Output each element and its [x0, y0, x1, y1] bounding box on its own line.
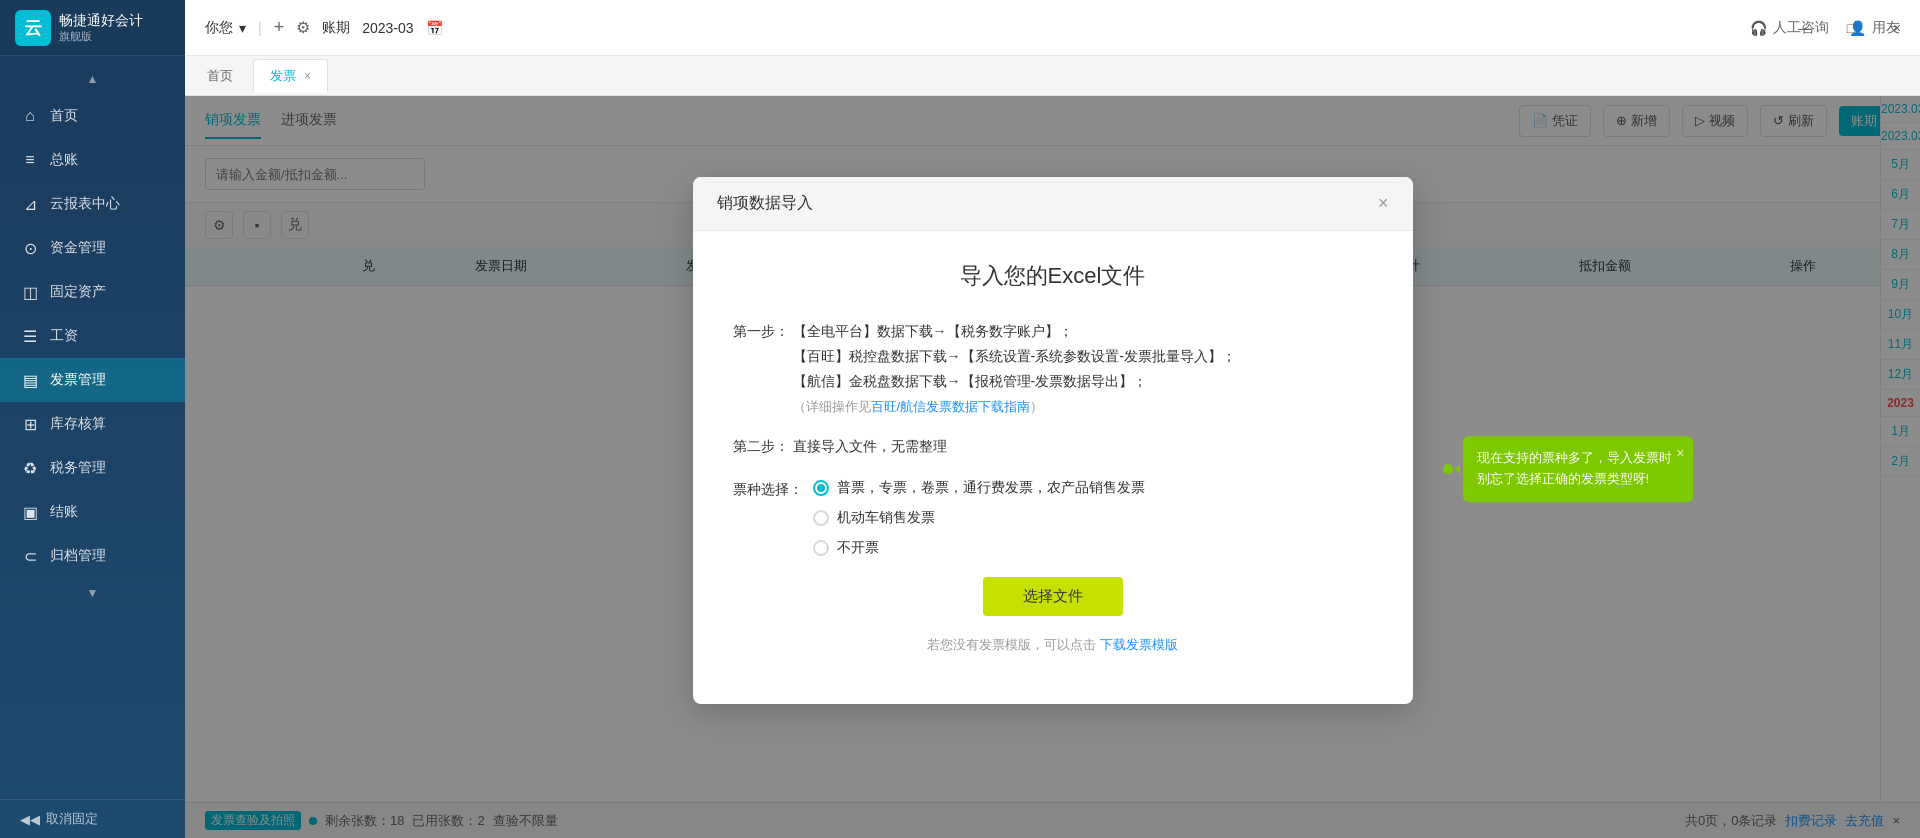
modal-close-btn[interactable]: ×	[1378, 193, 1389, 214]
home-icon: ⌂	[20, 106, 40, 126]
tab-invoice[interactable]: 发票 ×	[253, 59, 328, 93]
content-area: 销项发票 进项发票 📄 凭证 ⊕ 新增 ▷ 视频	[185, 96, 1920, 838]
ticket-section: 票种选择： 普票，专票，卷票，通行费发票，农产品销售发票 × 现在支持的票种多了…	[733, 479, 1373, 557]
radio-noticket[interactable]: 不开票	[813, 539, 1145, 557]
step-1-line-2: 【百旺】税控盘数据下载→【系统设置-系统参数设置-发票批量导入】；	[793, 344, 1373, 369]
payroll-icon: ☰	[20, 326, 40, 346]
fund-icon: ⊙	[20, 238, 40, 258]
sidebar-item-payroll[interactable]: ☰ 工资	[0, 314, 185, 358]
sidebar-logo: 云 畅捷通好会计 旗舰版	[0, 0, 185, 56]
import-modal: 销项数据导入 × 导入您的Excel文件 第一步： 【全电平台】数据下载→【税务…	[693, 177, 1413, 704]
step-1-line-1: 【全电平台】数据下载→【税务数字账户】；	[793, 319, 1373, 344]
radio-noticket-label: 不开票	[837, 539, 879, 557]
tooltip-bubble: × 现在支持的票种多了，导入发票时别忘了选择正确的发票类型呀!	[1463, 436, 1693, 502]
period-value: 2023-03	[362, 20, 413, 36]
radio-motor[interactable]: 机动车销售发票	[813, 509, 1145, 527]
window-controls: — □ ×	[1782, 0, 1920, 56]
step-2-row: 第二步： 直接导入文件，无需整理	[733, 434, 1373, 459]
settings-icon[interactable]: ⚙	[296, 18, 310, 37]
modal-title: 销项数据导入	[717, 193, 813, 214]
radio-common-circle[interactable]	[813, 480, 829, 496]
step-2-text: 直接导入文件，无需整理	[793, 438, 947, 454]
tooltip-dot	[1443, 464, 1453, 474]
cancel-fixed-btn[interactable]: ◀◀ 取消固定	[0, 799, 185, 838]
main-area: 你您 ▾ | + ⚙ 账期 2023-03 📅 🎧 人工咨询 👤 用友 — □ …	[185, 0, 1920, 838]
sidebar-item-settle[interactable]: ▣ 结账	[0, 490, 185, 534]
tab-home[interactable]: 首页	[191, 59, 249, 93]
template-hint: 若您没有发票模版，可以点击 下载发票模版	[733, 636, 1373, 674]
sidebar-item-asset[interactable]: ◫ 固定资产	[0, 270, 185, 314]
select-file-btn[interactable]: 选择文件	[983, 577, 1123, 616]
sidebar-item-archive[interactable]: ⊂ 归档管理	[0, 534, 185, 578]
logo-text: 畅捷通好会计 旗舰版	[59, 11, 143, 44]
sidebar-item-fund[interactable]: ⊙ 资金管理	[0, 226, 185, 270]
step-2-content: 直接导入文件，无需整理	[793, 434, 1373, 459]
sidebar-item-ledger[interactable]: ≡ 总账	[0, 138, 185, 182]
radio-common[interactable]: 普票，专票，卷票，通行费发票，农产品销售发票 × 现在支持的票种多了，导入发票时…	[813, 479, 1145, 497]
sidebar-item-invoice[interactable]: ▤ 发票管理	[0, 358, 185, 402]
modal-main-title: 导入您的Excel文件	[733, 261, 1373, 291]
scroll-down-btn[interactable]: ▼	[0, 578, 185, 608]
download-template-link[interactable]: 下载发票模版	[1100, 637, 1178, 652]
ticket-label: 票种选择：	[733, 479, 813, 499]
ticket-options: 普票，专票，卷票，通行费发票，农产品销售发票 × 现在支持的票种多了，导入发票时…	[813, 479, 1145, 557]
step-1-label: 第一步：	[733, 319, 793, 418]
radio-noticket-circle[interactable]	[813, 540, 829, 556]
modal-body: 导入您的Excel文件 第一步： 【全电平台】数据下载→【税务数字账户】； 【百…	[693, 231, 1413, 704]
sidebar-item-tax[interactable]: ♻ 税务管理	[0, 446, 185, 490]
radio-motor-label: 机动车销售发票	[837, 509, 935, 527]
sidebar: 云 畅捷通好会计 旗舰版 ▲ ⌂ 首页 ≡ 总账 ⊿ 云报表中心 ⊙ 资金管理 …	[0, 0, 185, 838]
cancel-icon: ◀◀	[20, 812, 40, 827]
step-1-note: （详细操作见百旺/航信发票数据下载指南）	[793, 395, 1373, 418]
scroll-up-btn[interactable]: ▲	[0, 64, 185, 94]
step-1-line-3: 【航信】金税盘数据下载→【报税管理-发票数据导出】；	[793, 369, 1373, 394]
close-btn[interactable]: ×	[1874, 0, 1920, 56]
tooltip-text: 现在支持的票种多了，导入发票时别忘了选择正确的发票类型呀!	[1477, 450, 1672, 486]
radio-motor-circle[interactable]	[813, 510, 829, 526]
asset-icon: ◫	[20, 282, 40, 302]
topbar-separator: |	[258, 20, 262, 36]
radio-common-label: 普票，专票，卷票，通行费发票，农产品销售发票	[837, 479, 1145, 497]
step-2-label: 第二步：	[733, 434, 793, 459]
minimize-btn[interactable]: —	[1782, 0, 1828, 56]
settle-icon: ▣	[20, 502, 40, 522]
stock-icon: ⊞	[20, 414, 40, 434]
maximize-btn[interactable]: □	[1828, 0, 1874, 56]
tab-bar: 首页 发票 ×	[185, 56, 1920, 96]
step-1-content: 【全电平台】数据下载→【税务数字账户】； 【百旺】税控盘数据下载→【系统设置-系…	[793, 319, 1373, 418]
report-icon: ⊿	[20, 194, 40, 214]
tooltip-close-btn[interactable]: ×	[1676, 442, 1684, 464]
company-selector[interactable]: 你您 ▾	[205, 19, 246, 37]
sidebar-item-home[interactable]: ⌂ 首页	[0, 94, 185, 138]
ledger-icon: ≡	[20, 150, 40, 170]
tax-icon: ♻	[20, 458, 40, 478]
sidebar-nav: ▲ ⌂ 首页 ≡ 总账 ⊿ 云报表中心 ⊙ 资金管理 ◫ 固定资产 ☰ 工资 ▤…	[0, 56, 185, 799]
modal-footer: 选择文件	[733, 567, 1373, 636]
invoice-icon: ▤	[20, 370, 40, 390]
topbar: 你您 ▾ | + ⚙ 账期 2023-03 📅 🎧 人工咨询 👤 用友 — □ …	[185, 0, 1920, 56]
tab-close-icon[interactable]: ×	[304, 69, 311, 83]
modal-header: 销项数据导入 ×	[693, 177, 1413, 231]
logo-icon: 云	[15, 10, 51, 46]
headset-icon: 🎧	[1750, 20, 1767, 36]
chevron-down-icon: ▾	[239, 20, 246, 36]
calendar-icon[interactable]: 📅	[426, 20, 443, 36]
sidebar-item-stock[interactable]: ⊞ 库存核算	[0, 402, 185, 446]
sidebar-item-report[interactable]: ⊿ 云报表中心	[0, 182, 185, 226]
archive-icon: ⊂	[20, 546, 40, 566]
download-guide-link[interactable]: 百旺/航信发票数据下载指南	[871, 399, 1031, 414]
period-label: 账期	[322, 19, 350, 37]
add-btn[interactable]: +	[274, 17, 285, 38]
step-1-row: 第一步： 【全电平台】数据下载→【税务数字账户】； 【百旺】税控盘数据下载→【系…	[733, 319, 1373, 418]
